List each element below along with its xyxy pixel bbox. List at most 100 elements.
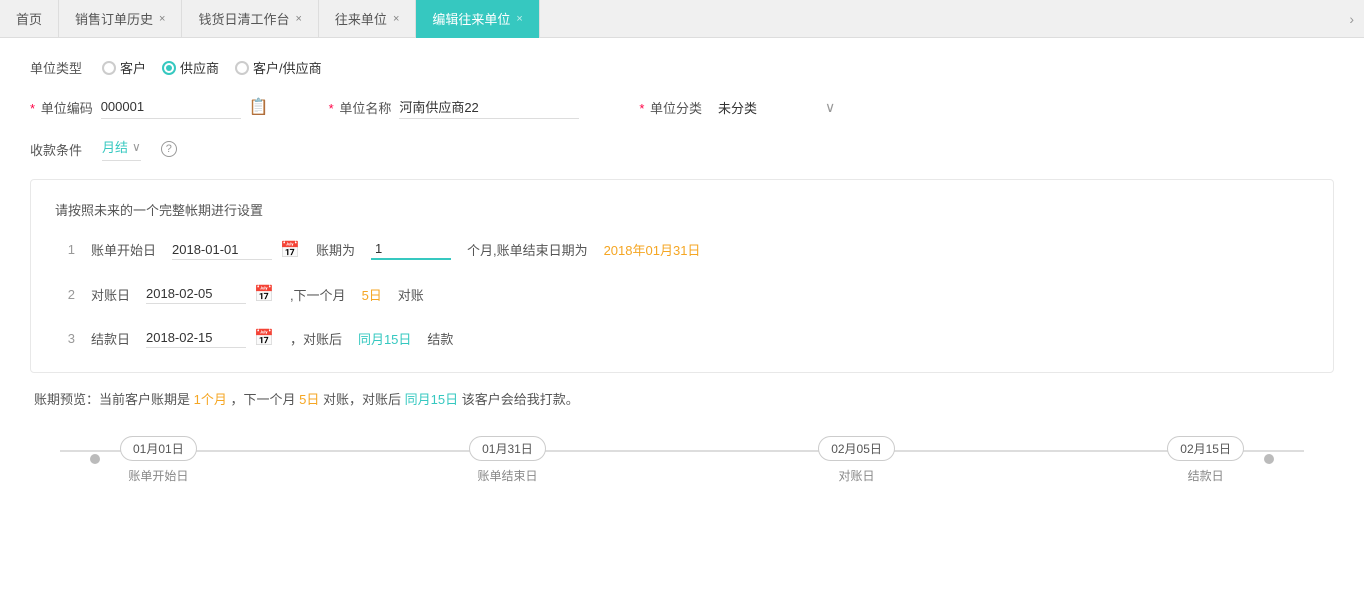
tab-cashflow[interactable]: 钱货日清工作台 × bbox=[182, 0, 318, 38]
tab-partners[interactable]: 往来单位 × bbox=[319, 0, 416, 38]
payment-value: 月结 bbox=[102, 137, 128, 156]
period-start-calendar-icon[interactable]: 📅 bbox=[280, 240, 300, 260]
code-required-star: * bbox=[30, 101, 35, 116]
entity-info-row: * 单位编码 📋 * 单位名称 * 单位分类 未分类 ∨ bbox=[30, 95, 1334, 119]
radio-customer[interactable]: 客户 bbox=[102, 58, 146, 77]
help-icon[interactable]: ? bbox=[161, 141, 177, 157]
timeline-node-4: 02月15日 结款日 bbox=[1167, 438, 1244, 484]
timeline-node-1-label: 账单开始日 bbox=[128, 467, 188, 484]
payment-label: 收款条件 bbox=[30, 140, 82, 159]
timeline-node-2: 01月31日 账单结束日 bbox=[469, 438, 546, 484]
radio-supplier-circle bbox=[162, 61, 176, 75]
category-value: 未分类 bbox=[718, 98, 757, 117]
period-reconcile-calendar-icon[interactable]: 📅 bbox=[254, 284, 274, 304]
category-label: * 单位分类 bbox=[639, 98, 702, 117]
timeline-nodes: 01月01日 账单开始日 01月31日 账单结束日 02月05日 对账日 02月… bbox=[60, 438, 1304, 484]
payment-select[interactable]: 月结 ∨ bbox=[102, 137, 141, 161]
payment-select-arrow: ∨ bbox=[132, 140, 141, 154]
tab-cashflow-close[interactable]: × bbox=[295, 13, 301, 25]
tab-expand-arrow[interactable]: › bbox=[1339, 0, 1364, 38]
period-payment-calendar-icon[interactable]: 📅 bbox=[254, 328, 274, 348]
timeline-node-4-date: 02月15日 bbox=[1167, 436, 1244, 461]
tab-home-label: 首页 bbox=[16, 9, 42, 28]
category-field-group: * 单位分类 未分类 ∨ bbox=[639, 98, 835, 117]
period-row-3-desc-suffix: 结款 bbox=[427, 329, 453, 348]
tab-cashflow-label: 钱货日清工作台 bbox=[198, 9, 289, 28]
period-row-1-num: 1 bbox=[55, 242, 75, 257]
timeline-node-4-label: 结款日 bbox=[1188, 467, 1224, 484]
tab-edit-partner-label: 编辑往来单位 bbox=[432, 9, 510, 28]
radio-both-label: 客户/供应商 bbox=[253, 58, 322, 77]
period-unit: 个月,账单结束日期为 bbox=[467, 240, 588, 259]
code-field-group: * 单位编码 📋 bbox=[30, 95, 269, 119]
radio-both-circle bbox=[235, 61, 249, 75]
code-calendar-icon[interactable]: 📋 bbox=[249, 97, 269, 117]
main-content: 单位类型 客户 供应商 客户/供应商 * 单位编码 📋 bbox=[0, 38, 1364, 608]
period-row-3-date-group: 📅 bbox=[146, 328, 274, 348]
tab-sales-history-label: 销售订单历史 bbox=[75, 9, 153, 28]
tab-edit-partner[interactable]: 编辑往来单位 × bbox=[416, 0, 539, 38]
period-row-1-date-group: 📅 bbox=[172, 240, 300, 260]
preview-prefix: 账期预览：当前客户账期是 bbox=[34, 392, 190, 407]
period-card: 请按照未来的一个完整帐期进行设置 1 账单开始日 📅 账期为 个月,账单结束日期… bbox=[30, 179, 1334, 373]
radio-customer-circle bbox=[102, 61, 116, 75]
period-row-2-date-group: 📅 bbox=[146, 284, 274, 304]
period-row-2: 2 对账日 📅 ,下一个月 5日 对账 bbox=[55, 284, 1309, 304]
name-label: * 单位名称 bbox=[329, 98, 392, 117]
tab-home[interactable]: 首页 bbox=[0, 0, 59, 38]
preview-middle2: 对账，对账后 bbox=[323, 392, 401, 407]
timeline-node-1-date: 01月01日 bbox=[120, 436, 197, 461]
period-card-title: 请按照未来的一个完整帐期进行设置 bbox=[55, 200, 1309, 219]
radio-supplier[interactable]: 供应商 bbox=[162, 58, 219, 77]
tab-sales-history-close[interactable]: × bbox=[159, 13, 165, 25]
tab-edit-partner-close[interactable]: × bbox=[516, 13, 522, 25]
category-required-star: * bbox=[639, 101, 644, 116]
unit-type-label: 单位类型 bbox=[30, 58, 82, 77]
timeline-node-1: 01月01日 账单开始日 bbox=[120, 438, 197, 484]
timeline-node-3-date: 02月05日 bbox=[818, 436, 895, 461]
period-row-3-highlight: 同月15日 bbox=[358, 329, 411, 348]
period-label: 账期为 bbox=[316, 240, 355, 259]
timeline: 01月01日 账单开始日 01月31日 账单结束日 02月05日 对账日 02月… bbox=[30, 428, 1334, 514]
radio-supplier-label: 供应商 bbox=[180, 58, 219, 77]
unit-type-row: 单位类型 客户 供应商 客户/供应商 bbox=[30, 58, 1334, 77]
period-row-1: 1 账单开始日 📅 账期为 个月,账单结束日期为 2018年01月31日 bbox=[55, 239, 1309, 260]
period-row-3-label: 结款日 bbox=[91, 329, 130, 348]
preview-middle1: ，下一个月 bbox=[231, 392, 296, 407]
preview-highlight1: 1个月 bbox=[194, 392, 227, 407]
radio-customer-label: 客户 bbox=[120, 58, 146, 77]
preview-suffix: 该客户会给我打款。 bbox=[462, 392, 579, 407]
timeline-node-3-label: 对账日 bbox=[839, 467, 875, 484]
name-required-star: * bbox=[329, 101, 334, 116]
tab-partners-close[interactable]: × bbox=[393, 13, 399, 25]
period-row-2-highlight: 5日 bbox=[362, 285, 382, 304]
period-start-date-input[interactable] bbox=[172, 240, 272, 260]
period-row-3: 3 结款日 📅 ，对账后 同月15日 结款 bbox=[55, 328, 1309, 348]
timeline-node-2-date: 01月31日 bbox=[469, 436, 546, 461]
period-payment-date-input[interactable] bbox=[146, 328, 246, 348]
period-row-1-label: 账单开始日 bbox=[91, 240, 156, 259]
period-row-2-num: 2 bbox=[55, 287, 75, 302]
period-row-2-desc-suffix: 对账 bbox=[398, 285, 424, 304]
preview-highlight3: 同月15日 bbox=[405, 392, 458, 407]
name-field-group: * 单位名称 bbox=[329, 95, 580, 119]
code-input[interactable] bbox=[101, 95, 241, 119]
preview-highlight2: 5日 bbox=[299, 392, 319, 407]
payment-row: 收款条件 月结 ∨ ? bbox=[30, 137, 1334, 161]
code-label: * 单位编码 bbox=[30, 98, 93, 117]
period-row-3-num: 3 bbox=[55, 331, 75, 346]
name-input[interactable] bbox=[399, 95, 579, 119]
period-row-3-desc-prefix: ，对账后 bbox=[290, 329, 342, 348]
timeline-node-3: 02月05日 对账日 bbox=[818, 438, 895, 484]
radio-both[interactable]: 客户/供应商 bbox=[235, 58, 322, 77]
period-row-2-desc-prefix: ,下一个月 bbox=[290, 285, 346, 304]
tab-sales-history[interactable]: 销售订单历史 × bbox=[59, 0, 182, 38]
period-months-input[interactable] bbox=[371, 239, 451, 260]
radio-group: 客户 供应商 客户/供应商 bbox=[102, 58, 322, 77]
period-reconcile-date-input[interactable] bbox=[146, 284, 246, 304]
period-row-2-label: 对账日 bbox=[91, 285, 130, 304]
tab-partners-label: 往来单位 bbox=[335, 9, 387, 28]
category-dropdown-arrow[interactable]: ∨ bbox=[825, 99, 835, 116]
tab-bar: 首页 销售订单历史 × 钱货日清工作台 × 往来单位 × 编辑往来单位 × › bbox=[0, 0, 1364, 38]
timeline-node-2-label: 账单结束日 bbox=[477, 467, 537, 484]
